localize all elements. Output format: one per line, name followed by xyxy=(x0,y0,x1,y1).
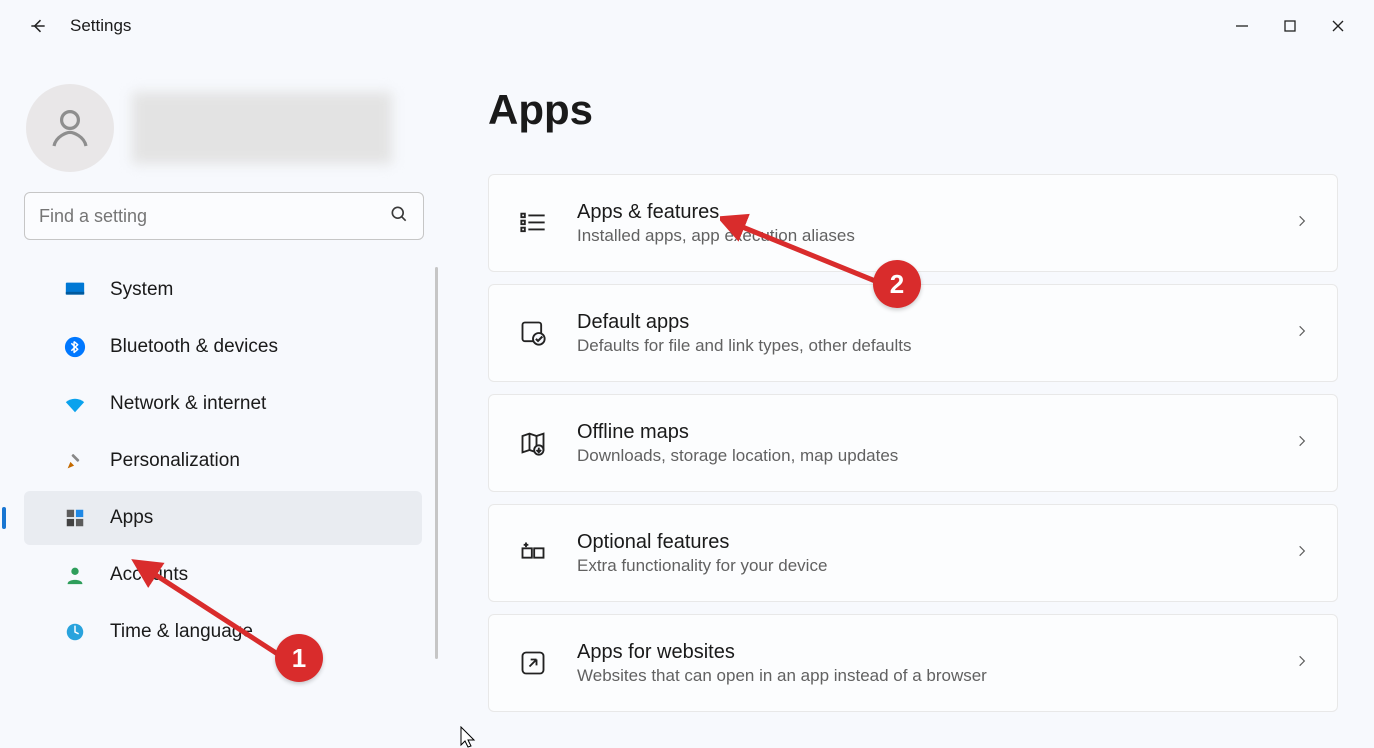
card-desc: Extra functionality for your device xyxy=(577,556,1295,576)
nav-list: System Bluetooth & devices Network & int… xyxy=(0,263,448,659)
optional-features-icon xyxy=(517,537,549,569)
back-button[interactable] xyxy=(28,16,48,36)
card-offline-maps[interactable]: Offline maps Downloads, storage location… xyxy=(488,394,1338,492)
sidebar: System Bluetooth & devices Network & int… xyxy=(0,52,448,743)
page-title: Apps xyxy=(488,86,1338,134)
app-title: Settings xyxy=(70,16,131,36)
card-title: Apps & features xyxy=(577,201,1295,224)
titlebar: Settings xyxy=(0,0,1374,52)
paintbrush-icon xyxy=(64,450,86,472)
settings-cards: Apps & features Installed apps, app exec… xyxy=(488,174,1338,712)
monitor-icon xyxy=(64,279,86,301)
sidebar-item-time-language[interactable]: Time & language xyxy=(24,605,422,659)
card-title: Default apps xyxy=(577,311,1295,334)
default-apps-icon xyxy=(517,317,549,349)
search-icon xyxy=(389,204,409,229)
apps-websites-icon xyxy=(517,647,549,679)
sidebar-item-label: Personalization xyxy=(110,450,240,472)
bluetooth-icon xyxy=(64,336,86,358)
chevron-right-icon xyxy=(1295,651,1309,676)
sidebar-item-personalization[interactable]: Personalization xyxy=(24,434,422,488)
chevron-right-icon xyxy=(1295,211,1309,236)
sidebar-item-label: Apps xyxy=(110,507,153,529)
apps-icon xyxy=(64,507,86,529)
chevron-right-icon xyxy=(1295,541,1309,566)
chevron-right-icon xyxy=(1295,321,1309,346)
chevron-right-icon xyxy=(1295,431,1309,456)
map-icon xyxy=(517,427,549,459)
content-area: Apps Apps & features Installed apps, app… xyxy=(448,52,1374,743)
card-title: Apps for websites xyxy=(577,641,1295,664)
sidebar-item-system[interactable]: System xyxy=(24,263,422,317)
nav-scrollbar[interactable] xyxy=(435,267,438,659)
card-desc: Downloads, storage location, map updates xyxy=(577,446,1295,466)
sidebar-item-apps[interactable]: Apps xyxy=(24,491,422,545)
sidebar-item-label: Bluetooth & devices xyxy=(110,336,278,358)
profile-section[interactable] xyxy=(0,56,448,192)
sidebar-item-bluetooth[interactable]: Bluetooth & devices xyxy=(24,320,422,374)
sidebar-item-label: Accounts xyxy=(110,564,188,586)
card-desc: Defaults for file and link types, other … xyxy=(577,336,1295,356)
annotation-badge-1: 1 xyxy=(275,634,323,682)
wifi-icon xyxy=(64,393,86,415)
search-box[interactable] xyxy=(24,192,424,240)
cursor-icon xyxy=(460,726,478,748)
close-button[interactable] xyxy=(1314,6,1362,46)
list-icon xyxy=(517,207,549,239)
card-apps-for-websites[interactable]: Apps for websites Websites that can open… xyxy=(488,614,1338,712)
minimize-button[interactable] xyxy=(1218,6,1266,46)
window-controls xyxy=(1218,6,1362,46)
card-optional-features[interactable]: Optional features Extra functionality fo… xyxy=(488,504,1338,602)
card-apps-features[interactable]: Apps & features Installed apps, app exec… xyxy=(488,174,1338,272)
profile-info-blurred xyxy=(132,92,392,164)
sidebar-item-label: Time & language xyxy=(110,621,253,643)
sidebar-item-label: Network & internet xyxy=(110,393,266,415)
avatar xyxy=(26,84,114,172)
clock-globe-icon xyxy=(64,621,86,643)
card-desc: Installed apps, app execution aliases xyxy=(577,226,1295,246)
card-title: Optional features xyxy=(577,531,1295,554)
sidebar-item-network[interactable]: Network & internet xyxy=(24,377,422,431)
card-title: Offline maps xyxy=(577,421,1295,444)
card-desc: Websites that can open in an app instead… xyxy=(577,666,1295,686)
maximize-button[interactable] xyxy=(1266,6,1314,46)
sidebar-item-label: System xyxy=(110,279,173,301)
annotation-badge-2: 2 xyxy=(873,260,921,308)
search-input[interactable] xyxy=(39,206,389,227)
person-icon xyxy=(64,564,86,586)
sidebar-item-accounts[interactable]: Accounts xyxy=(24,548,422,602)
